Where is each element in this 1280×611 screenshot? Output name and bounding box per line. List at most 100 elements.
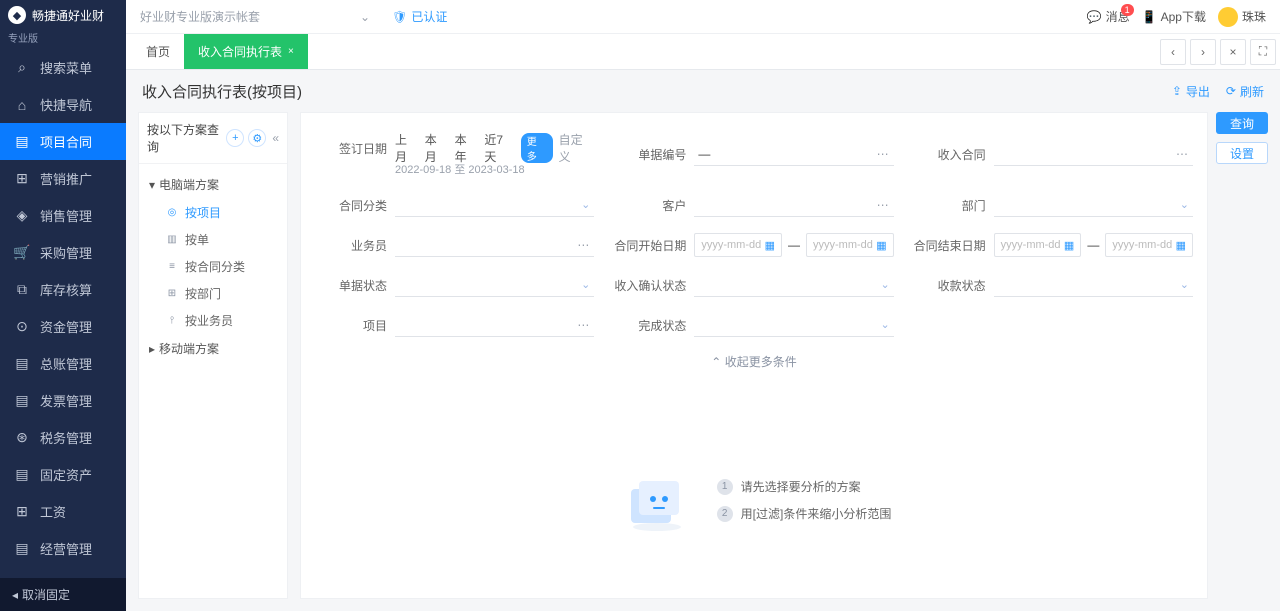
cart-icon: 🛒 xyxy=(14,245,30,261)
preset-thisy[interactable]: 本年 xyxy=(455,131,479,165)
nav-purchase[interactable]: 🛒采购管理 xyxy=(0,234,126,271)
tab-contract-exec[interactable]: 收入合同执行表 × xyxy=(184,34,308,69)
chevron-right-icon: ▸ xyxy=(149,342,155,356)
verified-badge: 🛡 已认证 xyxy=(392,8,447,25)
placeholder: yyyy-mm-dd xyxy=(701,239,761,251)
scheme-group-mobile[interactable]: ▸移动端方案 xyxy=(143,334,283,363)
settings-button[interactable]: 设置 xyxy=(1216,142,1268,164)
done-status-select[interactable]: ⌄ xyxy=(694,313,893,337)
field-contract: 收入合同 ⋯ xyxy=(914,131,1193,177)
messages-button[interactable]: 💬 消息 1 xyxy=(1087,8,1130,25)
shield-icon: 🛡 xyxy=(392,10,407,24)
tab-next-button[interactable]: › xyxy=(1190,39,1216,65)
rev-status-select[interactable]: ⌄ xyxy=(694,273,893,297)
add-scheme-button[interactable]: + xyxy=(226,129,244,147)
calendar-icon: ▦ xyxy=(1176,239,1186,252)
nav-ledger[interactable]: ▤总账管理 xyxy=(0,345,126,382)
field-end-date: 合同结束日期 yyyy-mm-dd▦ — yyyy-mm-dd▦ xyxy=(914,233,1193,257)
more-icon: ⋯ xyxy=(577,238,590,252)
nav-inventory[interactable]: ⧉库存核算 xyxy=(0,271,126,308)
scheme-item-salesman[interactable]: ⫯按业务员 xyxy=(143,307,283,334)
more-icon: ⋯ xyxy=(1176,147,1189,161)
scheme-collapse-button[interactable]: « xyxy=(272,131,279,145)
query-button[interactable]: 查询 xyxy=(1216,112,1268,134)
nav-search-menu[interactable]: ⌕搜索菜单 xyxy=(0,49,126,86)
end-date-to[interactable]: yyyy-mm-dd▦ xyxy=(1105,233,1193,257)
field-rev-status: 收入确认状态 ⌄ xyxy=(614,273,893,297)
customer-input[interactable]: ⋯ xyxy=(694,193,893,217)
field-done-status: 完成状态 ⌄ xyxy=(614,313,893,337)
nav-label: 税务管理 xyxy=(40,428,92,447)
doc-no-input[interactable]: —⋯ xyxy=(694,142,893,166)
field-doc-no: 单据编号 —⋯ xyxy=(614,131,893,177)
export-icon: ⇪ xyxy=(1172,84,1182,98)
placeholder: yyyy-mm-dd xyxy=(1001,239,1061,251)
item-label: 按合同分类 xyxy=(185,258,245,275)
nav-label: 销售管理 xyxy=(40,206,92,225)
nav-project-contract[interactable]: ▤项目合同 xyxy=(0,123,126,160)
tab-close-button[interactable]: × xyxy=(1220,39,1246,65)
nav-label: 经营管理 xyxy=(40,539,92,558)
empty-step-1: 1请先选择要分析的方案 xyxy=(717,478,892,495)
scheme-group-pc[interactable]: ▾电脑端方案 xyxy=(143,170,283,199)
nav-ops[interactable]: ▤经营管理 xyxy=(0,530,126,567)
layers-icon: ≡ xyxy=(165,260,179,274)
nav-marketing[interactable]: ⊞营销推广 xyxy=(0,160,126,197)
category-select[interactable]: ⌄ xyxy=(395,193,594,217)
project-input[interactable]: ⋯ xyxy=(395,313,594,337)
contract-input[interactable]: ⋯ xyxy=(994,142,1193,166)
collapse-filters-button[interactable]: ⌃ 收起更多条件 xyxy=(315,345,1193,372)
scheme-settings-button[interactable]: ⚙ xyxy=(248,129,266,147)
end-date-from[interactable]: yyyy-mm-dd▦ xyxy=(994,233,1082,257)
doc-status-select[interactable]: ⌄ xyxy=(395,273,594,297)
suite-selector[interactable]: 好业财专业版演示帐套 ⌄ xyxy=(140,8,370,25)
close-icon[interactable]: × xyxy=(288,46,294,57)
nav-quick[interactable]: ⌂快捷导航 xyxy=(0,86,126,123)
fullscreen-button[interactable]: ⛶ xyxy=(1250,39,1276,65)
document-icon: ▤ xyxy=(14,134,30,150)
user-menu[interactable]: 珠珠 xyxy=(1218,7,1266,27)
nav-invoice[interactable]: ▤发票管理 xyxy=(0,382,126,419)
scheme-item-doc[interactable]: ▥按单 xyxy=(143,226,283,253)
item-label: 按业务员 xyxy=(185,312,233,329)
nav-label: 发票管理 xyxy=(40,391,92,410)
scheme-item-category[interactable]: ≡ 按合同分类 xyxy=(143,253,283,280)
brand: ◆ 畅捷通好业财 xyxy=(0,0,126,30)
scheme-item-project[interactable]: ◎按项目 xyxy=(143,199,283,226)
dept-select[interactable]: ⌄ xyxy=(994,193,1193,217)
collapse-label: 收起更多条件 xyxy=(725,355,797,369)
empty-illustration-icon xyxy=(617,465,697,535)
preset-thism[interactable]: 本月 xyxy=(425,131,449,165)
scheme-item-dept[interactable]: ⊞按部门 xyxy=(143,280,283,307)
preset-more[interactable]: 更多 xyxy=(521,133,553,163)
nav-tax[interactable]: ⊛税务管理 xyxy=(0,419,126,456)
export-button[interactable]: ⇪导出 xyxy=(1172,83,1210,100)
refresh-button[interactable]: ⟳刷新 xyxy=(1226,83,1264,100)
label: 项目 xyxy=(315,317,387,334)
tab-home[interactable]: 首页 xyxy=(132,34,184,69)
nav-sales[interactable]: ◈销售管理 xyxy=(0,197,126,234)
nav-salary[interactable]: ⊞工资 xyxy=(0,493,126,530)
nav-reimburse[interactable]: ↻小畅报销 xyxy=(0,567,126,578)
salesman-input[interactable]: ⋯ xyxy=(395,233,594,257)
start-date-from[interactable]: yyyy-mm-dd▦ xyxy=(694,233,782,257)
pay-status-select[interactable]: ⌄ xyxy=(994,273,1193,297)
group-label: 电脑端方案 xyxy=(159,176,219,193)
step-number: 1 xyxy=(717,479,733,495)
tab-label: 收入合同执行表 xyxy=(198,43,282,60)
preset-lastm[interactable]: 上月 xyxy=(395,131,419,165)
nav-assets[interactable]: ▤固定资产 xyxy=(0,456,126,493)
chat-icon: 💬 xyxy=(1087,10,1102,24)
chevron-down-icon: ⌄ xyxy=(880,278,889,291)
tab-prev-button[interactable]: ‹ xyxy=(1160,39,1186,65)
field-pay-status: 收款状态 ⌄ xyxy=(914,273,1193,297)
chevron-down-icon: ⌄ xyxy=(581,278,590,291)
preset-custom[interactable]: 自定义 xyxy=(559,131,595,165)
placeholder: yyyy-mm-dd xyxy=(813,239,873,251)
nav-funds[interactable]: ⊙资金管理 xyxy=(0,308,126,345)
start-date-to[interactable]: yyyy-mm-dd▦ xyxy=(806,233,894,257)
cancel-pin-button[interactable]: ◂ 取消固定 xyxy=(0,578,126,611)
download-button[interactable]: 📱 App下载 xyxy=(1142,8,1206,25)
tabrow: 首页 收入合同执行表 × ‹ › × ⛶ xyxy=(126,34,1280,70)
preset-7d[interactable]: 近7天 xyxy=(484,131,514,165)
